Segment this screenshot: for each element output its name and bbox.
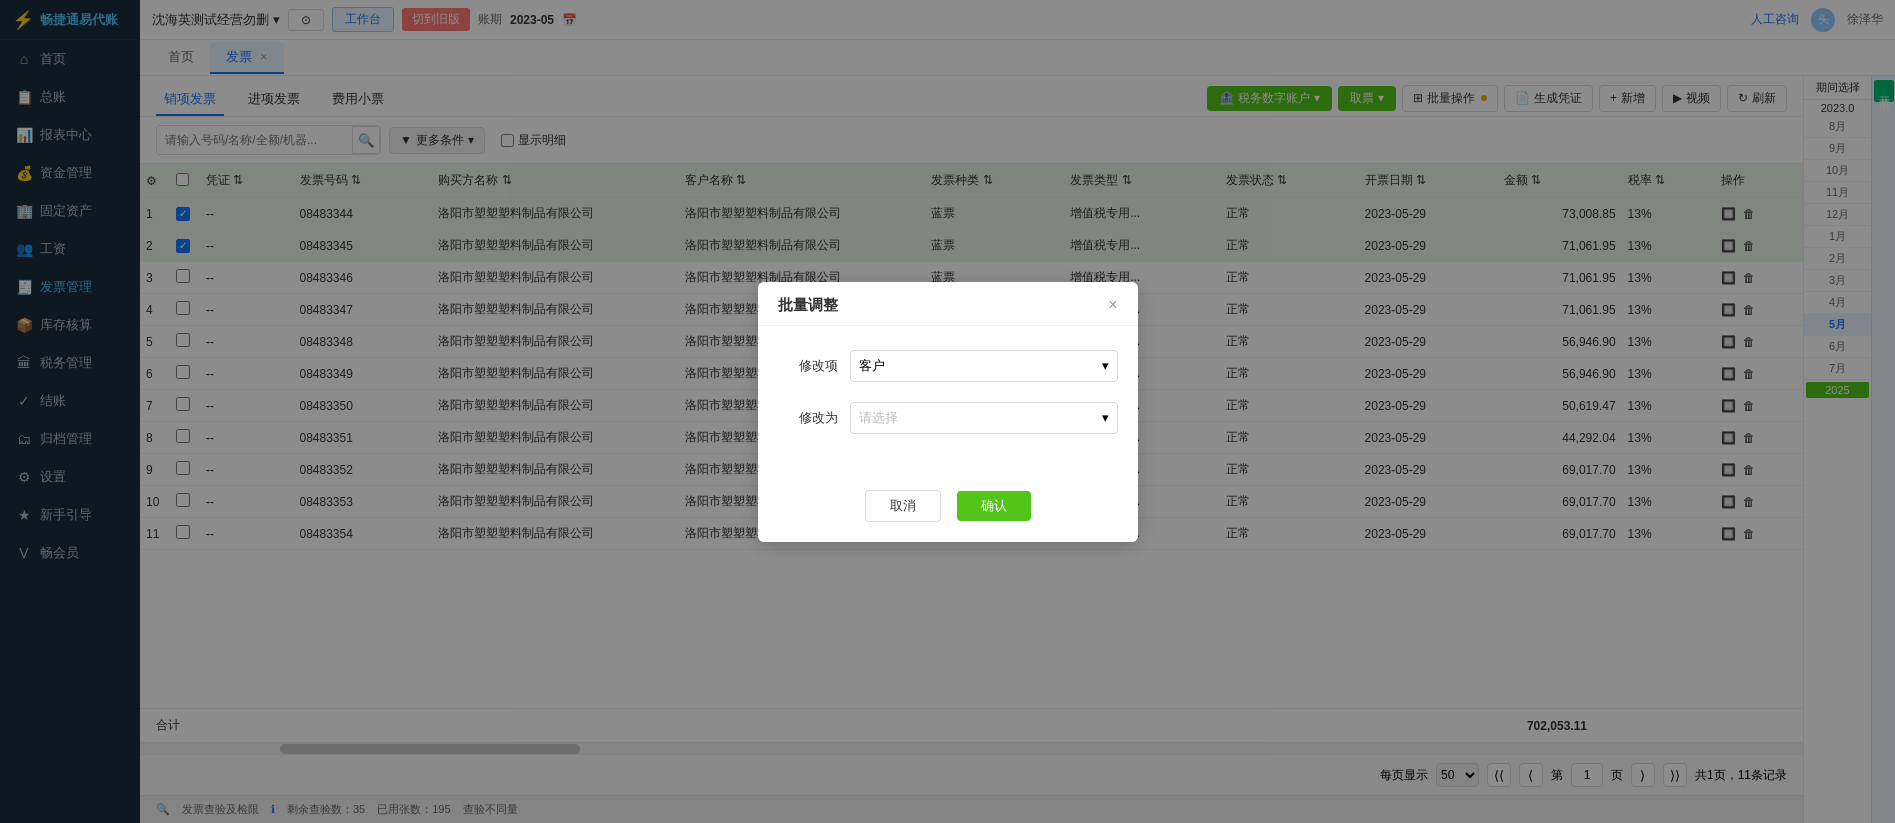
modal-overlay: 批量调整 × 修改项 客户 ▾ 修改为 请选择 ▾ 取消 确认	[0, 0, 1895, 823]
batch-adjust-modal: 批量调整 × 修改项 客户 ▾ 修改为 请选择 ▾ 取消 确认	[758, 282, 1138, 542]
modal-header: 批量调整 ×	[758, 282, 1138, 326]
modal-footer: 取消 确认	[758, 478, 1138, 542]
modal-body: 修改项 客户 ▾ 修改为 请选择 ▾	[758, 326, 1138, 478]
confirm-button[interactable]: 确认	[957, 491, 1031, 521]
modify-to-row: 修改为 请选择 ▾	[778, 402, 1118, 434]
dropdown-arrow2-icon: ▾	[1102, 410, 1109, 425]
modal-close-btn[interactable]: ×	[1108, 296, 1117, 314]
dropdown-arrow-icon: ▾	[1102, 358, 1109, 373]
modify-to-select[interactable]: 请选择 ▾	[850, 402, 1118, 434]
modify-to-label: 修改为	[778, 409, 838, 427]
modify-field-select[interactable]: 客户 ▾	[850, 350, 1118, 382]
modal-title: 批量调整	[778, 296, 838, 315]
modify-field-label: 修改项	[778, 357, 838, 375]
modify-to-placeholder: 请选择	[859, 409, 898, 427]
modify-field-row: 修改项 客户 ▾	[778, 350, 1118, 382]
cancel-button[interactable]: 取消	[865, 490, 941, 522]
